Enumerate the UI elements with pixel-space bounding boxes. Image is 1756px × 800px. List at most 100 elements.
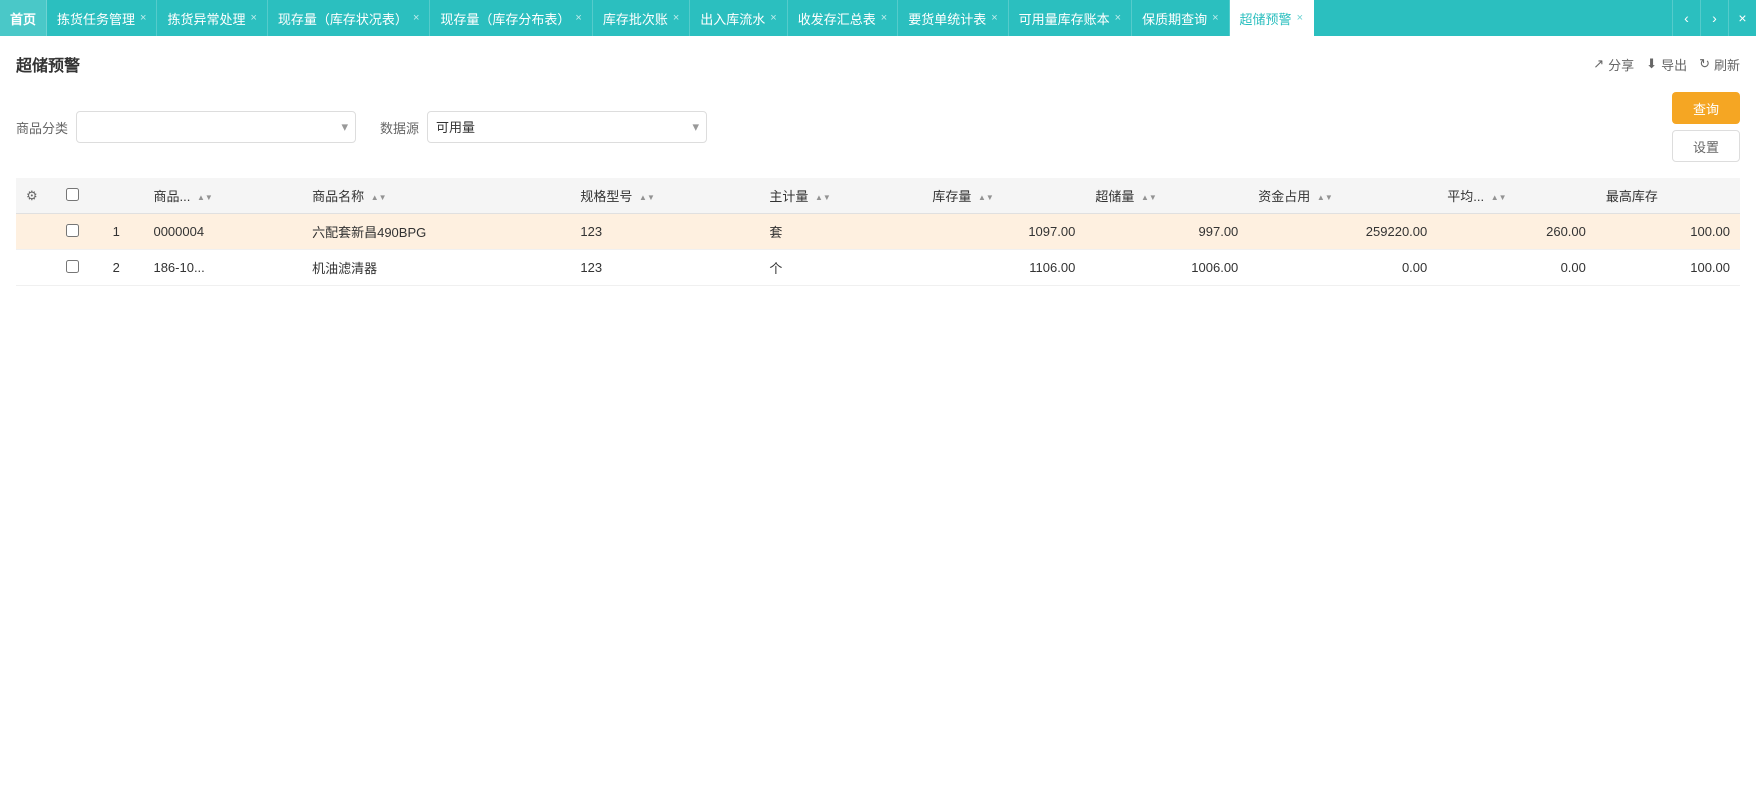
close-tab-1[interactable]: × [250,12,256,24]
filter-datasource: 数据源 可用量 库存量 [380,111,707,143]
datasource-label: 数据源 [380,118,419,137]
settings-button[interactable]: 设置 [1672,130,1740,162]
nav-arrows: ‹ › × [1672,0,1756,36]
td-spec-1: 123 [570,250,759,286]
close-tab-6[interactable]: × [881,12,887,24]
nav-tab-0[interactable]: 拣货任务管理 × [47,0,157,36]
th-avg[interactable]: 平均... ▲▼ [1437,178,1596,214]
nav-arrow-right[interactable]: › [1700,0,1728,36]
nav-tab-2[interactable]: 现存量（库存状况表） × [268,0,430,36]
sort-icon-spec: ▲▼ [639,194,655,202]
row-checkbox-1[interactable] [66,260,79,273]
datasource-select-wrap: 可用量 库存量 [427,111,707,143]
export-icon: ⬇ [1646,56,1657,72]
top-nav: 首页 拣货任务管理 × 拣货异常处理 × 现存量（库存状况表） × 现存量（库存… [0,0,1756,36]
export-button[interactable]: ⬇ 导出 [1646,55,1687,74]
query-button[interactable]: 查询 [1672,92,1740,124]
td-unit-0: 套 [759,214,922,250]
th-stock[interactable]: 库存量 ▲▼ [922,178,1085,214]
td-capital-1: 0.00 [1248,250,1437,286]
close-tab-4[interactable]: × [673,12,679,24]
gear-icon[interactable]: ⚙ [26,188,38,203]
nav-tab-9[interactable]: 保质期查询 × [1132,0,1229,36]
close-tab-10[interactable]: × [1297,12,1303,24]
sort-icon-stock: ▲▼ [978,194,994,202]
td-settings-0 [16,214,56,250]
nav-tab-1[interactable]: 拣货异常处理 × [157,0,267,36]
td-overstock-1: 1006.00 [1085,250,1248,286]
nav-tab-4[interactable]: 库存批次账 × [593,0,690,36]
refresh-button[interactable]: ↻ 刷新 [1699,55,1740,74]
th-settings: ⚙ [16,178,56,214]
sort-icon-capital: ▲▼ [1317,194,1333,202]
nav-home[interactable]: 首页 [0,0,47,36]
close-tab-9[interactable]: × [1212,12,1218,24]
select-all-checkbox[interactable] [66,188,79,201]
td-stock-0: 1097.00 [922,214,1085,250]
row-checkbox-0[interactable] [66,224,79,237]
td-checkbox-1 [56,250,89,286]
th-row-num [89,178,143,214]
td-name-0: 六配套新昌490BPG [302,214,570,250]
sort-icon-name: ▲▼ [371,194,387,202]
nav-tab-10[interactable]: 超储预警 × [1230,0,1314,36]
close-tab-3[interactable]: × [575,12,581,24]
th-capital[interactable]: 资金占用 ▲▼ [1248,178,1437,214]
th-spec[interactable]: 规格型号 ▲▼ [570,178,759,214]
table-body: 1 0000004 六配套新昌490BPG 123 套 1097.00 997.… [16,214,1740,286]
nav-arrow-close[interactable]: × [1728,0,1756,36]
close-tab-0[interactable]: × [140,12,146,24]
nav-tab-6[interactable]: 收发存汇总表 × [788,0,898,36]
td-name-1: 机油滤清器 [302,250,570,286]
th-max-stock[interactable]: 最高库存 [1596,178,1740,214]
filter-buttons: 查询 设置 [1672,92,1740,162]
td-code-0: 0000004 [143,214,302,250]
datasource-select[interactable]: 可用量 库存量 [427,111,707,143]
filter-category: 商品分类 [16,111,356,143]
td-overstock-0: 997.00 [1085,214,1248,250]
td-checkbox-0 [56,214,89,250]
nav-tab-3[interactable]: 现存量（库存分布表） × [430,0,592,36]
td-num-0: 1 [89,214,143,250]
sort-icon-avg: ▲▼ [1491,194,1507,202]
th-checkbox [56,178,89,214]
td-unit-1: 个 [759,250,922,286]
td-spec-0: 123 [570,214,759,250]
filter-row: 商品分类 数据源 可用量 库存量 查询 设置 [16,92,1740,162]
td-settings-1 [16,250,56,286]
td-capital-0: 259220.00 [1248,214,1437,250]
sort-icon-overstock: ▲▼ [1141,194,1157,202]
category-select[interactable] [76,111,356,143]
td-stock-1: 1106.00 [922,250,1085,286]
table-row: 1 0000004 六配套新昌490BPG 123 套 1097.00 997.… [16,214,1740,250]
share-button[interactable]: ↗ 分享 [1593,55,1634,74]
close-tab-2[interactable]: × [413,12,419,24]
nav-tab-5[interactable]: 出入库流水 × [690,0,787,36]
td-max-stock-0: 100.00 [1596,214,1740,250]
category-select-wrap [76,111,356,143]
data-table: ⚙ 商品... ▲▼ 商品名称 ▲▼ 规格型号 ▲▼ [16,178,1740,286]
td-code-1: 186-10... [143,250,302,286]
page-header: 超储预警 ↗ 分享 ⬇ 导出 ↻ 刷新 [16,52,1740,76]
td-max-stock-1: 100.00 [1596,250,1740,286]
table-header: ⚙ 商品... ▲▼ 商品名称 ▲▼ 规格型号 ▲▼ [16,178,1740,214]
sort-icon-unit: ▲▼ [815,194,831,202]
th-unit[interactable]: 主计量 ▲▼ [759,178,922,214]
header-actions: ↗ 分享 ⬇ 导出 ↻ 刷新 [1593,55,1740,74]
close-tab-8[interactable]: × [1115,12,1121,24]
share-icon: ↗ [1593,56,1604,72]
nav-tab-8[interactable]: 可用量库存账本 × [1009,0,1132,36]
td-avg-1: 0.00 [1437,250,1596,286]
refresh-icon: ↻ [1699,56,1710,72]
sort-icon-code: ▲▼ [197,194,213,202]
th-overstock[interactable]: 超储量 ▲▼ [1085,178,1248,214]
page-title: 超储预警 [16,52,80,76]
th-name[interactable]: 商品名称 ▲▼ [302,178,570,214]
close-tab-5[interactable]: × [770,12,776,24]
close-tab-7[interactable]: × [991,12,997,24]
nav-tab-7[interactable]: 要货单统计表 × [898,0,1008,36]
td-num-1: 2 [89,250,143,286]
category-label: 商品分类 [16,118,68,137]
nav-arrow-left[interactable]: ‹ [1672,0,1700,36]
th-code[interactable]: 商品... ▲▼ [143,178,302,214]
